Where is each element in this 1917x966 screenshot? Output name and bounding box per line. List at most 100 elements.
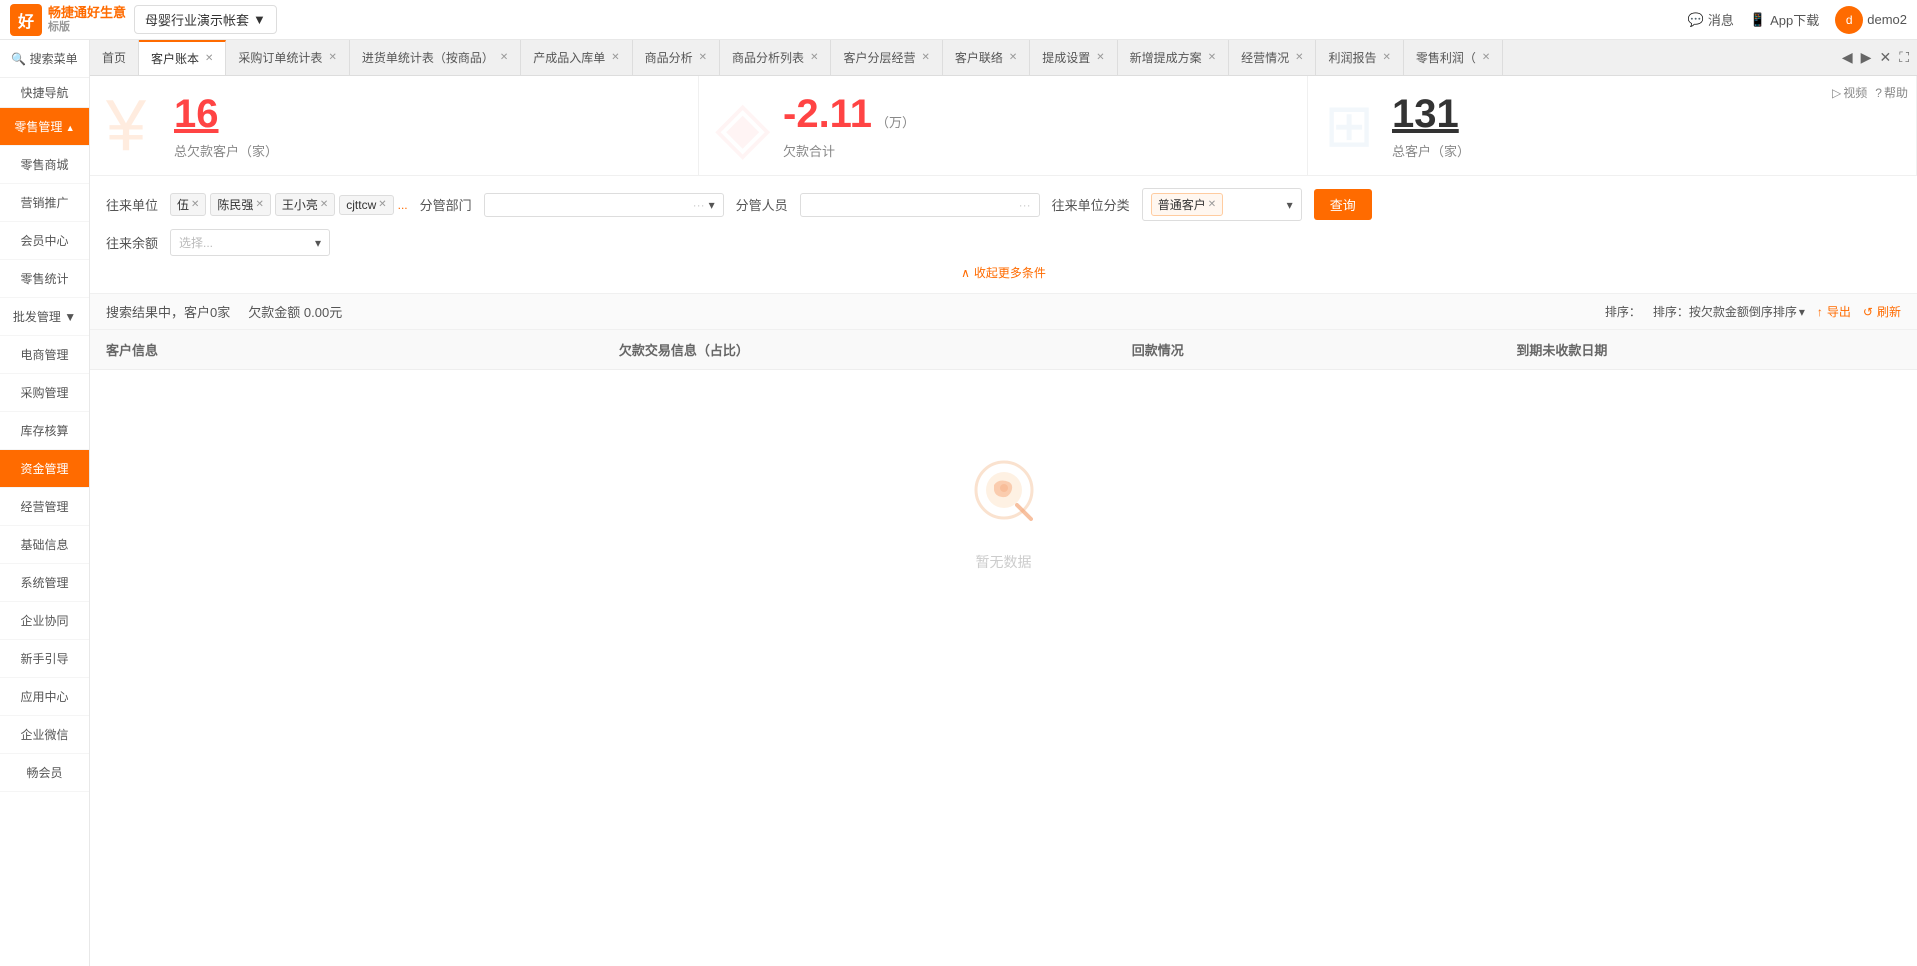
collapse-btn[interactable]: ∧ 收起更多条件 — [106, 264, 1901, 281]
tab-label: 商品分析 — [645, 49, 693, 66]
tab-new-improvement[interactable]: 新增提成方案 ✕ — [1118, 40, 1229, 76]
filter-area: 往来单位 伍 ✕ 陈民强 ✕ 王小亮 ✕ — [90, 176, 1917, 294]
tab-scroll-left-btn[interactable]: ◀ — [1840, 47, 1855, 68]
sidebar-item-app-center[interactable]: 应用中心 — [0, 678, 89, 716]
sidebar-item-purchase[interactable]: 采购管理 — [0, 374, 89, 412]
close-icon[interactable]: ✕ — [1482, 52, 1490, 63]
user-label: demo2 — [1867, 12, 1907, 27]
sidebar: 🔍 搜索菜单 快捷导航 零售管理 ▲ 零售商城 营销推广 会员中心 零售统计 批… — [0, 40, 90, 966]
tab-label: 新增提成方案 — [1130, 49, 1202, 66]
stat-value-total[interactable]: 131 — [1392, 92, 1470, 137]
tab-retail-profit[interactable]: 零售利润（ ✕ — [1404, 40, 1503, 76]
page-content: ¥ 16 总欠款客户（家） ◈ -2.11 （万） 欠款合计 — [90, 76, 1917, 966]
close-icon[interactable]: ✕ — [500, 52, 508, 63]
top-bar-right: 💬 消息 📱 App下载 d demo2 — [1688, 6, 1907, 34]
tab-home[interactable]: 首页 — [90, 40, 139, 76]
balance-select[interactable]: 选择... ▾ — [170, 229, 330, 256]
chevron-icon: ▲ — [66, 123, 75, 133]
dept-filter-select[interactable]: ··· ▾ — [484, 193, 724, 217]
remove-tag-wu[interactable]: ✕ — [191, 199, 199, 210]
tab-label: 客户账本 — [151, 50, 199, 67]
close-icon[interactable]: ✕ — [810, 52, 818, 63]
sidebar-item-basic-info[interactable]: 基础信息 — [0, 526, 89, 564]
person-filter-select[interactable]: ··· — [800, 193, 1040, 217]
tab-label: 零售利润（ — [1416, 49, 1476, 66]
filter-tag-cjttcw: cjttcw ✕ — [339, 195, 393, 215]
user-area[interactable]: d demo2 — [1835, 6, 1907, 34]
stat-item-amount: ◈ -2.11 （万） 欠款合计 — [699, 76, 1308, 175]
person-ellipsis-icon: ··· — [1019, 198, 1031, 212]
sidebar-item-fund[interactable]: 资金管理 — [0, 450, 89, 488]
sidebar-item-operation[interactable]: 经营管理 — [0, 488, 89, 526]
remove-tag-cjttcw[interactable]: ✕ — [378, 199, 386, 210]
tab-operation-situation[interactable]: 经营情况 ✕ — [1229, 40, 1316, 76]
filter-more-btn[interactable]: ... — [398, 198, 408, 212]
col-repayment: 回款情况 — [1132, 340, 1517, 359]
sort-select[interactable]: 排序：按欠款金额倒序排序 ▾ — [1653, 303, 1805, 320]
search-icon: 🔍 — [11, 52, 26, 66]
tab-close-all-btn[interactable]: ✕ — [1877, 47, 1893, 68]
close-icon[interactable]: ✕ — [611, 52, 619, 63]
sidebar-search[interactable]: 🔍 搜索菜单 — [0, 40, 89, 78]
sidebar-item-ecommerce[interactable]: 电商管理 — [0, 336, 89, 374]
sidebar-item-vip[interactable]: 畅会员 — [0, 754, 89, 792]
sidebar-item-retail-stats[interactable]: 零售统计 — [0, 260, 89, 298]
stat-value-customers[interactable]: 16 — [174, 92, 278, 137]
tab-customer-account[interactable]: 客户账本 ✕ — [139, 40, 226, 76]
top-bar: 好 畅捷通好生意 标版 母婴行业演示帐套 ▼ 💬 消息 📱 App下载 d de… — [0, 0, 1917, 40]
enterprise-selector[interactable]: 母婴行业演示帐套 ▼ — [134, 5, 277, 34]
video-btn[interactable]: ▷ 视频 — [1832, 84, 1867, 101]
sidebar-item-label: 零售统计 — [20, 272, 68, 286]
refresh-btn[interactable]: ↺ 刷新 — [1863, 303, 1901, 320]
chevron-up-icon: ∧ — [961, 266, 970, 280]
sort-label: 排序： — [1605, 303, 1641, 320]
close-icon[interactable]: ✕ — [921, 52, 929, 63]
message-btn[interactable]: 💬 消息 — [1688, 10, 1734, 29]
close-icon[interactable]: ✕ — [1383, 52, 1391, 63]
stat-label-customers: 总欠款客户（家） — [174, 141, 278, 160]
tab-customer-segment[interactable]: 客户分层经营 ✕ — [831, 40, 942, 76]
tab-improve-settings[interactable]: 提成设置 ✕ — [1030, 40, 1117, 76]
balance-placeholder: 选择... — [179, 234, 213, 251]
chevron-down-icon: ▾ — [315, 236, 321, 250]
tab-goods-analysis[interactable]: 商品分析 ✕ — [633, 40, 720, 76]
sidebar-item-wholesale[interactable]: 批发管理 ▼ — [0, 298, 89, 336]
tab-profit-report[interactable]: 利润报告 ✕ — [1316, 40, 1403, 76]
close-icon[interactable]: ✕ — [699, 52, 707, 63]
search-button[interactable]: 查询 — [1314, 189, 1372, 220]
app-download-btn[interactable]: 📱 App下载 — [1750, 10, 1819, 29]
close-icon[interactable]: ✕ — [1295, 52, 1303, 63]
tab-customer-contact[interactable]: 客户联络 ✕ — [943, 40, 1030, 76]
tab-stock-stats[interactable]: 进货单统计表（按商品） ✕ — [350, 40, 521, 76]
sidebar-quick-nav[interactable]: 快捷导航 — [0, 78, 89, 108]
export-btn[interactable]: ↑ 导出 — [1817, 303, 1851, 320]
help-btn[interactable]: ? 帮助 — [1875, 84, 1908, 101]
close-icon[interactable]: ✕ — [1208, 52, 1216, 63]
unit-type-select[interactable]: 普通客户 ✕ ▾ — [1142, 188, 1302, 221]
unit-type-label: 往来单位分类 — [1052, 195, 1130, 214]
tab-maximize-btn[interactable]: ⛶ — [1897, 47, 1911, 68]
sidebar-item-inventory[interactable]: 库存核算 — [0, 412, 89, 450]
close-icon[interactable]: ✕ — [1096, 52, 1104, 63]
remove-tag-wang[interactable]: ✕ — [320, 199, 328, 210]
sidebar-item-enterprise-wechat[interactable]: 企业微信 — [0, 716, 89, 754]
remove-tag-chen[interactable]: ✕ — [255, 199, 263, 210]
close-icon[interactable]: ✕ — [1009, 52, 1017, 63]
sidebar-item-system[interactable]: 系统管理 — [0, 564, 89, 602]
tab-label: 商品分析列表 — [732, 49, 804, 66]
unit-type-value: 普通客户 — [1158, 196, 1206, 213]
sidebar-item-retail-mgmt[interactable]: 零售管理 ▲ — [0, 108, 89, 146]
message-label: 消息 — [1708, 10, 1734, 29]
remove-unit-type[interactable]: ✕ — [1208, 199, 1216, 210]
sidebar-item-new-guide[interactable]: 新手引导 — [0, 640, 89, 678]
sidebar-item-marketing[interactable]: 营销推广 — [0, 184, 89, 222]
tab-product-stock[interactable]: 产成品入库单 ✕ — [521, 40, 632, 76]
tab-goods-analysis-list[interactable]: 商品分析列表 ✕ — [720, 40, 831, 76]
tab-purchase-order-stats[interactable]: 采购订单统计表 ✕ — [226, 40, 349, 76]
sidebar-item-enterprise-coop[interactable]: 企业协同 — [0, 602, 89, 640]
sidebar-item-member[interactable]: 会员中心 — [0, 222, 89, 260]
close-icon[interactable]: ✕ — [328, 52, 336, 63]
close-icon[interactable]: ✕ — [205, 53, 213, 64]
sidebar-item-retail-mall[interactable]: 零售商城 — [0, 146, 89, 184]
tab-scroll-right-btn[interactable]: ▶ — [1859, 47, 1874, 68]
